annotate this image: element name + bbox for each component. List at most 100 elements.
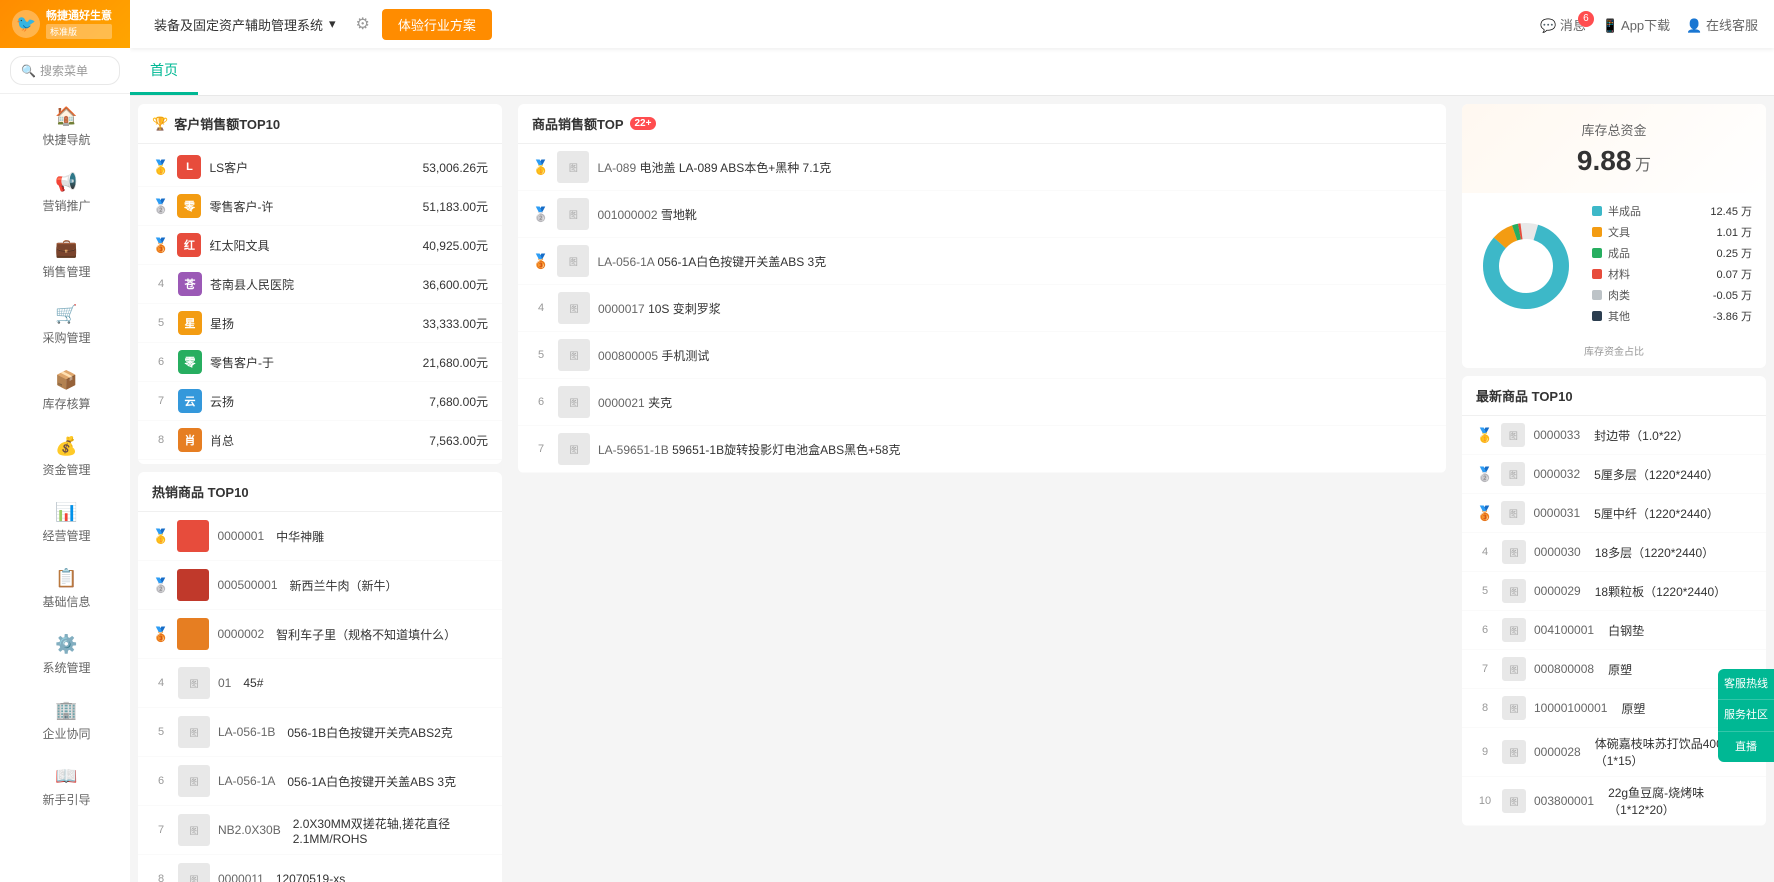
breadcrumb-bar: 首页	[130, 48, 1774, 96]
sidebar-item-营销推广[interactable]: 📢营销推广	[0, 160, 130, 226]
product-code: LA-59651-1B	[598, 443, 669, 457]
hot-product-name: 12070519-xs	[276, 872, 488, 882]
system-selector[interactable]: 装备及固定资产辅助管理系统 ▾	[146, 11, 344, 38]
bronze-medal-icon: 🥉	[152, 237, 169, 254]
product-rank-item: 6 图 0000021 夹克	[518, 379, 1446, 426]
legend-item: 其他 -3.86 万	[1592, 308, 1752, 324]
product-code: 001000002	[597, 208, 657, 222]
customer-avatar: 云	[178, 389, 202, 413]
hot-product-name: 45#	[243, 676, 488, 690]
settings-icon[interactable]: ⚙	[356, 14, 370, 34]
float-service-item-直播[interactable]: 直播	[1718, 732, 1774, 762]
customer-avatar: 星	[178, 311, 202, 335]
customer-amount: 53,006.26元	[423, 159, 488, 176]
bronze-medal-icon: 🥉	[1476, 505, 1493, 522]
nav-icon: 📦	[55, 370, 77, 391]
hot-product-code: 0000002	[217, 627, 264, 641]
gold-medal-icon: 🥇	[532, 159, 549, 176]
search-menu-button[interactable]: 🔍 搜索菜单	[10, 56, 120, 85]
product-image: 图	[557, 245, 589, 277]
sidebar-item-新手引导[interactable]: 📖新手引导	[0, 754, 130, 820]
rank-number: 4	[1476, 546, 1494, 558]
newest-product-code: 0000033	[1533, 428, 1580, 442]
nav-label: 库存核算	[42, 395, 90, 412]
product-placeholder: 图	[178, 765, 210, 797]
product-info: LA-089 电池盖 LA-089 ABS本色+黑种 7.1克	[597, 159, 1432, 176]
trial-button[interactable]: 体验行业方案	[382, 9, 492, 40]
product-image: 图	[1502, 696, 1526, 720]
customer-name: LS客户	[209, 159, 414, 176]
legend-item: 半成品 12.45 万	[1592, 203, 1752, 219]
sidebar-item-采购管理[interactable]: 🛒采购管理	[0, 292, 130, 358]
product-rank-item: 🥇 图 LA-089 电池盖 LA-089 ABS本色+黑种 7.1克	[518, 144, 1446, 191]
hot-product-name: 智利车子里（规格不知道填什么）	[276, 626, 488, 643]
float-service-item-客服热线[interactable]: 客服热线	[1718, 669, 1774, 700]
sidebar-item-企业协同[interactable]: 🏢企业协同	[0, 688, 130, 754]
customer-amount: 7,680.00元	[429, 393, 488, 410]
customer-rank-item: 8 肖 肖总 7,563.00元	[138, 421, 502, 460]
sidebar-item-库存核算[interactable]: 📦 库存核算	[0, 358, 130, 424]
gold-medal-icon: 🥇	[1476, 427, 1493, 444]
legend-value: 0.25 万	[1717, 245, 1752, 261]
hot-product-name: 新西兰牛肉（新牛）	[290, 577, 488, 594]
product-code: 0000017	[598, 302, 645, 316]
product-sales-card: 商品销售额TOP 22+ 🥇 图 LA-089 电池盖 LA-089 ABS本色…	[518, 104, 1446, 473]
sidebar-item-基础信息[interactable]: 📋基础信息	[0, 556, 130, 622]
silver-medal-icon: 🥈	[152, 577, 169, 594]
nav-label: 销售管理	[42, 263, 90, 280]
sidebar-item-快捷导航[interactable]: 🏠快捷导航	[0, 94, 130, 160]
product-code: LA-056-1A	[597, 255, 654, 269]
sidebar-item-系统管理[interactable]: ⚙️系统管理	[0, 622, 130, 688]
product-image: 图	[1502, 657, 1526, 681]
float-service: 客服热线服务社区直播	[1718, 669, 1774, 762]
newest-product-name: 白钢垫	[1608, 622, 1752, 639]
legend-value: -0.05 万	[1713, 287, 1752, 303]
inventory-card: 库存总资金 9.88 万	[1462, 104, 1766, 368]
newest-product-name: 封边带（1.0*22）	[1594, 427, 1752, 444]
newest-product-item: 🥉 图 0000031 5厘中纤（1220*2440）	[1462, 494, 1766, 533]
product-image: 图	[558, 339, 590, 371]
customer-amount: 36,600.00元	[423, 276, 488, 293]
customer-rank-list: 🥇 L LS客户 53,006.26元 🥈 零 零售客户-许 51,183.00…	[138, 144, 502, 464]
customer-avatar: 红	[177, 233, 201, 257]
newest-product-code: 000800008	[1534, 662, 1594, 676]
legend-color	[1592, 227, 1602, 237]
hot-product-item: 4 图 01 45#	[138, 659, 502, 708]
left-panel: 🏆 客户销售额TOP10 🥇 L LS客户 53,006.26元 🥈 零 零售客…	[130, 96, 510, 882]
customer-name: 苍南县人民医院	[210, 276, 415, 293]
sidebar-item-销售管理[interactable]: 💼销售管理	[0, 226, 130, 292]
donut-label: 库存资金占比	[1462, 339, 1766, 368]
newest-product-item: 🥈 图 0000032 5厘多层（1220*2440）	[1462, 455, 1766, 494]
legend-name: 文具	[1608, 224, 1711, 240]
product-placeholder: 图	[178, 814, 210, 846]
nav-label: 采购管理	[42, 329, 90, 346]
sidebar-item-经营管理[interactable]: 📊经营管理	[0, 490, 130, 556]
tab-home[interactable]: 首页	[130, 48, 198, 95]
hot-products-list: 🥇 0000001 中华神雕 🥈 000500001 新西兰牛肉（新牛） 🥉 0…	[138, 512, 502, 882]
app-download[interactable]: 📱 App下载	[1602, 15, 1670, 34]
customer-rank-card: 🏆 客户销售额TOP10 🥇 L LS客户 53,006.26元 🥈 零 零售客…	[138, 104, 502, 464]
inventory-unit: 万	[1635, 157, 1651, 174]
legend-name: 半成品	[1608, 203, 1704, 219]
rank-number: 5	[532, 349, 550, 361]
product-code: LA-089	[597, 161, 636, 175]
product-placeholder: 图	[178, 863, 210, 882]
product-sales-list: 🥇 图 LA-089 电池盖 LA-089 ABS本色+黑种 7.1克 🥈 图 …	[518, 144, 1446, 473]
rank-number: 7	[532, 443, 550, 455]
nav-label: 资金管理	[42, 461, 90, 478]
hot-products-header: 热销商品 TOP10	[138, 472, 502, 512]
customer-rank-item: 4 苍 苍南县人民医院 36,600.00元	[138, 265, 502, 304]
online-service[interactable]: 👤 在线客服	[1686, 15, 1758, 34]
float-service-item-服务社区[interactable]: 服务社区	[1718, 700, 1774, 731]
product-image: 图	[558, 292, 590, 324]
rank-number: 6	[152, 356, 170, 368]
legend-color	[1592, 206, 1602, 216]
hot-products-card: 热销商品 TOP10 🥇 0000001 中华神雕 🥈 000500001 新西…	[138, 472, 502, 882]
sidebar-search[interactable]: 🔍 搜索菜单	[0, 48, 130, 94]
product-placeholder: 图	[178, 716, 210, 748]
legend-item: 材料 0.07 万	[1592, 266, 1752, 282]
product-name: 夹克	[648, 396, 672, 410]
sidebar-item-资金管理[interactable]: 💰资金管理	[0, 424, 130, 490]
message-badge-container[interactable]: 💬 消息 6	[1540, 15, 1586, 34]
inventory-label: 库存总资金	[1478, 120, 1750, 139]
